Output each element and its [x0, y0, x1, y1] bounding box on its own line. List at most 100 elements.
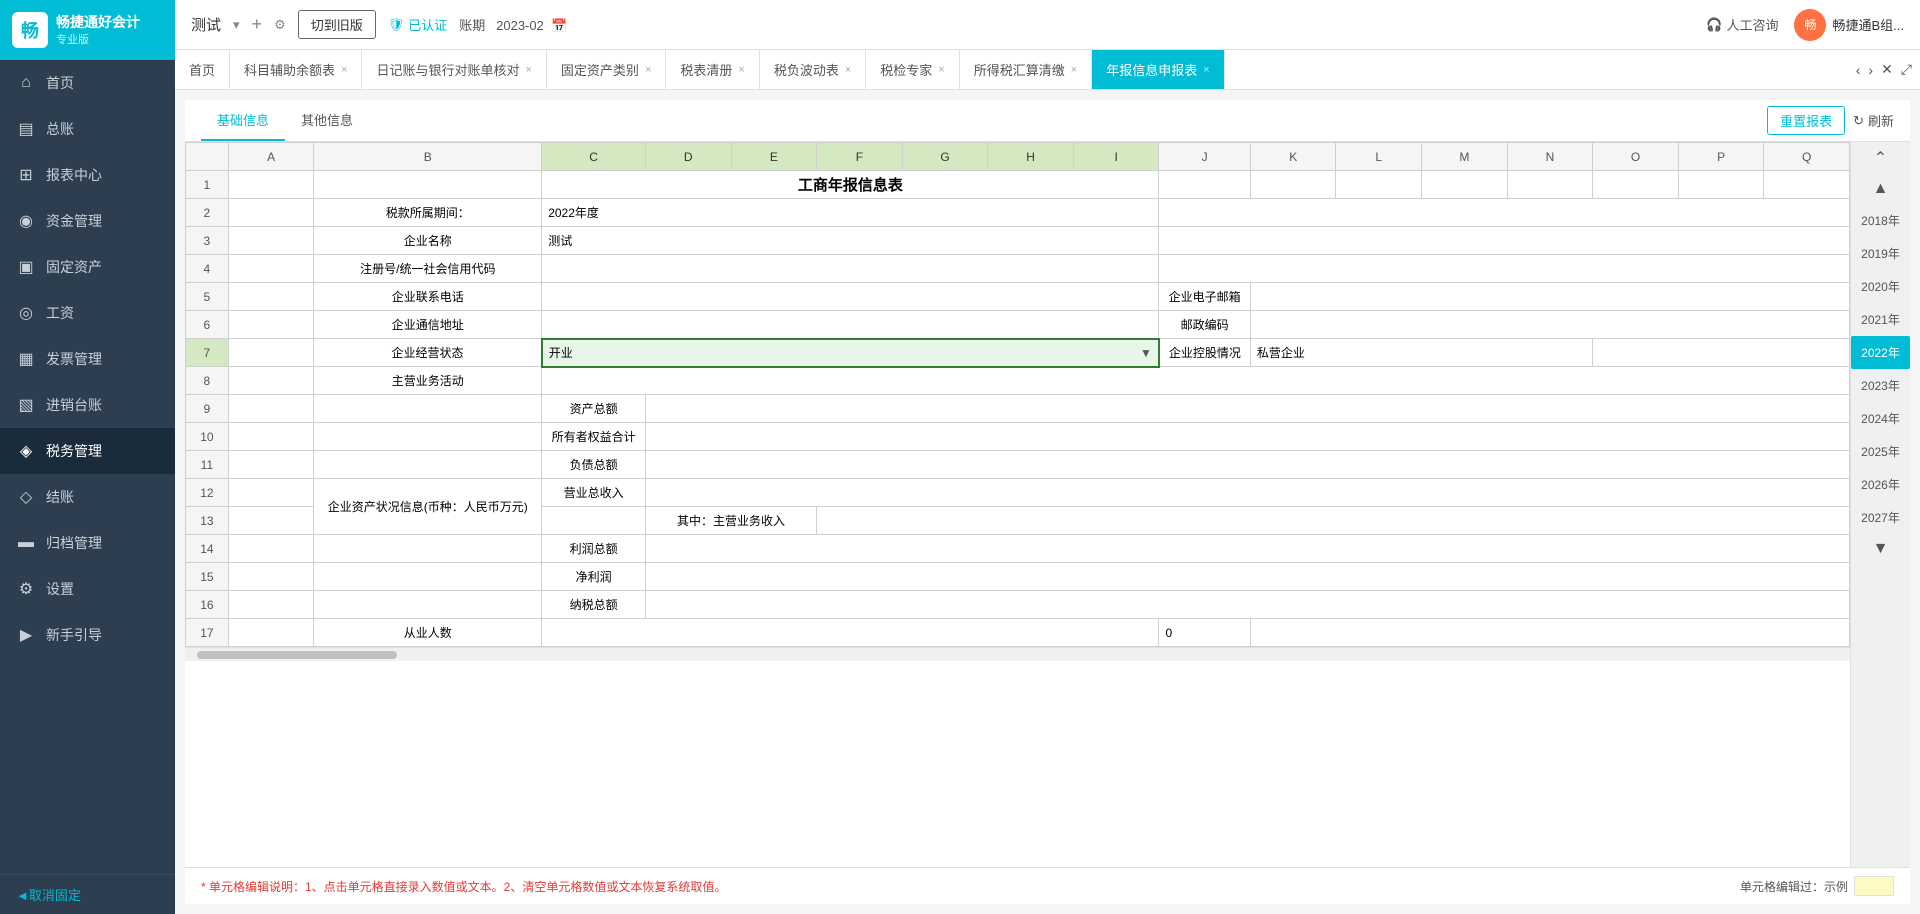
cell-1-n[interactable] [1507, 171, 1593, 199]
cell-7-o[interactable] [1593, 339, 1850, 367]
user-menu[interactable]: 畅 畅捷通B组... [1794, 9, 1904, 41]
cell-11-b[interactable] [314, 451, 542, 479]
year-item[interactable]: 2027年 [1851, 501, 1910, 534]
cell-1-a[interactable] [228, 171, 314, 199]
tab-scroll-left-btn[interactable]: ‹ [1856, 62, 1861, 78]
year-down-btn[interactable]: ▼ [1851, 534, 1910, 564]
col-header-h[interactable]: H [988, 143, 1074, 171]
business-status-dropdown[interactable]: 开业 ▼ [549, 344, 1152, 361]
sidebar-item-archive[interactable]: ▬归档管理 [0, 520, 175, 566]
year-up-btn[interactable]: ▲ [1851, 174, 1910, 204]
sidebar-item-close[interactable]: ◇结账 [0, 474, 175, 520]
cell-4-j[interactable] [1159, 255, 1850, 283]
tab-close-btn[interactable]: × [845, 64, 851, 76]
cell-14-b[interactable] [314, 535, 542, 563]
year-item[interactable]: 2021年 [1851, 303, 1910, 336]
sidebar-item-tax[interactable]: ◈税务管理 [0, 428, 175, 474]
cell-5-j[interactable]: 企业电子邮箱 [1159, 283, 1250, 311]
cell-13-d[interactable]: 其中：主营业务收入 [645, 507, 816, 535]
year-scroll-up-btn[interactable]: ⌃ [1851, 142, 1910, 174]
cell-2-b[interactable]: 税款所属期间： [314, 199, 542, 227]
sidebar-item-fund[interactable]: ◉资金管理 [0, 198, 175, 244]
cell-11-c[interactable]: 负债总额 [542, 451, 646, 479]
cell-13-a[interactable] [228, 507, 314, 535]
sidebar-item-payroll[interactable]: ◎工资 [0, 290, 175, 336]
cell-16-d[interactable] [645, 591, 1849, 619]
tab-tax_change[interactable]: 税负波动表× [760, 50, 866, 89]
col-header-o[interactable]: O [1593, 143, 1679, 171]
cell-17-b[interactable]: 从业人数 [314, 619, 542, 647]
cell-15-b[interactable] [314, 563, 542, 591]
tab-close-btn[interactable]: × [738, 64, 744, 76]
col-header-n[interactable]: N [1507, 143, 1593, 171]
cell-7-b[interactable]: 企业经营状态 [314, 339, 542, 367]
sidebar-item-ledger[interactable]: ▤总账 [0, 106, 175, 152]
year-item[interactable]: 2022年 [1851, 336, 1910, 369]
cell-10-c[interactable]: 所有者权益合计 [542, 423, 646, 451]
tab-close-btn[interactable]: × [341, 64, 347, 76]
cell-7-j[interactable]: 企业控股情况 [1159, 339, 1250, 367]
cell-1-b[interactable] [314, 171, 542, 199]
cell-4-a[interactable] [228, 255, 314, 283]
cell-9-d[interactable] [645, 395, 1849, 423]
cell-15-d[interactable] [645, 563, 1849, 591]
cell-17-k[interactable] [1250, 619, 1849, 647]
cell-6-c[interactable] [542, 311, 1159, 339]
cell-16-c[interactable]: 纳税总额 [542, 591, 646, 619]
year-item[interactable]: 2019年 [1851, 237, 1910, 270]
col-header-d[interactable]: D [645, 143, 731, 171]
cell-9-b[interactable] [314, 395, 542, 423]
cell-2-a[interactable] [228, 199, 314, 227]
cell-15-c[interactable]: 净利润 [542, 563, 646, 591]
topbar-add-btn[interactable]: + [252, 14, 263, 35]
cell-1-q[interactable] [1764, 171, 1850, 199]
col-header-b[interactable]: B [314, 143, 542, 171]
cell-10-b[interactable] [314, 423, 542, 451]
spreadsheet-container[interactable]: A B C D E F G H I J K L [185, 142, 1850, 867]
cell-5-b[interactable]: 企业联系电话 [314, 283, 542, 311]
sidebar-item-guide[interactable]: ▶新手引导 [0, 612, 175, 658]
cancel-fixed-btn[interactable]: ◄取消固定 [0, 874, 175, 914]
tab-fixed_assets_cat[interactable]: 固定资产类别× [547, 50, 666, 89]
tab-annual_report[interactable]: 年报信息申报表× [1092, 50, 1224, 89]
horizontal-scrollbar[interactable] [185, 647, 1850, 661]
col-header-p[interactable]: P [1678, 143, 1764, 171]
cell-11-d[interactable] [645, 451, 1849, 479]
cell-4-c[interactable] [542, 255, 1159, 283]
col-header-g[interactable]: G [902, 143, 988, 171]
cell-1-m[interactable] [1422, 171, 1508, 199]
cell-1-l[interactable] [1336, 171, 1422, 199]
switch-version-btn[interactable]: 切到旧版 [298, 10, 376, 39]
subtab-basic[interactable]: 基础信息 [201, 100, 285, 141]
cell-2-c[interactable]: 2022年度 [542, 199, 1159, 227]
sidebar-item-home[interactable]: ⌂首页 [0, 60, 175, 106]
cell-1-title[interactable]: 工商年报信息表 [542, 171, 1159, 199]
col-header-k[interactable]: K [1250, 143, 1336, 171]
sidebar-item-assets[interactable]: ▣固定资产 [0, 244, 175, 290]
cell-6-a[interactable] [228, 311, 314, 339]
cell-14-a[interactable] [228, 535, 314, 563]
tab-close-btn[interactable]: × [645, 64, 651, 76]
cell-4-b[interactable]: 注册号/统一社会信用代码 [314, 255, 542, 283]
tab-close-btn[interactable]: × [938, 64, 944, 76]
topbar-dropdown-icon[interactable]: ▾ [233, 17, 240, 33]
cell-5-k[interactable] [1250, 283, 1849, 311]
year-item[interactable]: 2020年 [1851, 270, 1910, 303]
dropdown-arrow-icon[interactable]: ▼ [1140, 346, 1152, 360]
cell-3-j[interactable] [1159, 227, 1850, 255]
tab-home[interactable]: 首页 [175, 50, 230, 89]
year-item[interactable]: 2024年 [1851, 402, 1910, 435]
cell-12-c[interactable]: 营业总收入 [542, 479, 646, 507]
cell-16-a[interactable] [228, 591, 314, 619]
col-header-q[interactable]: Q [1764, 143, 1850, 171]
cell-7-c[interactable]: 开业 ▼ [542, 339, 1159, 367]
horizontal-scroll-thumb[interactable] [197, 651, 397, 659]
cell-13-c[interactable] [542, 507, 646, 535]
tab-income_tax[interactable]: 所得税汇算清缴× [960, 50, 1092, 89]
cell-8-a[interactable] [228, 367, 314, 395]
col-header-m[interactable]: M [1422, 143, 1508, 171]
cell-14-c[interactable]: 利润总额 [542, 535, 646, 563]
cell-1-k[interactable] [1250, 171, 1336, 199]
sidebar-item-invoice[interactable]: ▦发票管理 [0, 336, 175, 382]
col-header-j[interactable]: J [1159, 143, 1250, 171]
